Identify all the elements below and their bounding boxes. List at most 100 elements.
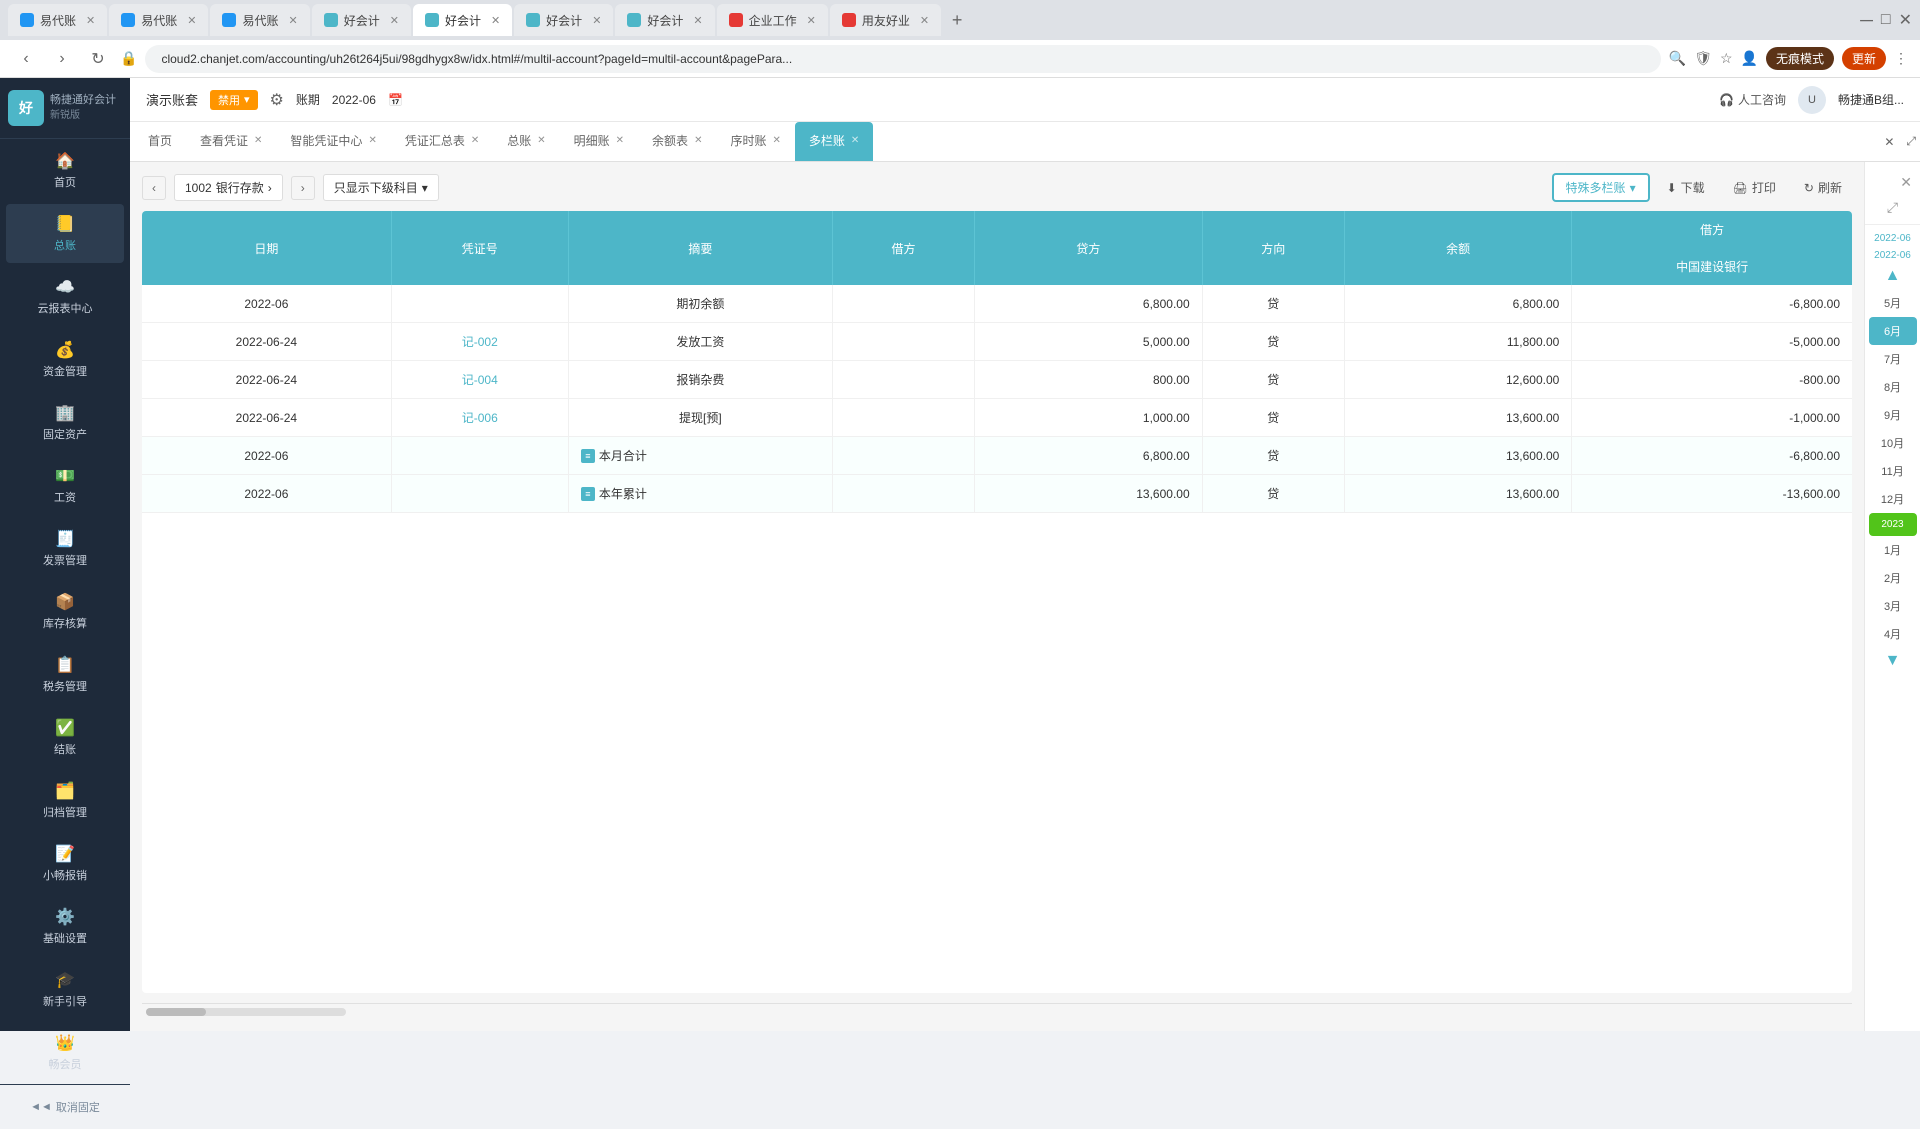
- month-item-3[interactable]: 3月: [1869, 592, 1917, 620]
- account-badge[interactable]: 禁用 ▾: [210, 90, 258, 110]
- address-input[interactable]: [145, 45, 1660, 73]
- download-button[interactable]: ⬇ 下载: [1657, 175, 1715, 200]
- sidebar-item-home[interactable]: 🏠 首页: [6, 141, 124, 200]
- month-item-9[interactable]: 9月: [1869, 401, 1917, 429]
- browser-tab-2[interactable]: 易代账 ✕: [109, 4, 208, 36]
- user-avatar[interactable]: U: [1798, 86, 1826, 114]
- month-item-7[interactable]: 7月: [1869, 345, 1917, 373]
- month-item-1[interactable]: 1月: [1869, 536, 1917, 564]
- months-up-arrow[interactable]: ▲: [1881, 263, 1905, 289]
- sidebar-item-funds[interactable]: 💰 资金管理: [6, 330, 124, 389]
- sidebar-item-invoice[interactable]: 🧾 发票管理: [6, 519, 124, 578]
- browser-tab-8[interactable]: 企业工作 ✕: [717, 4, 828, 36]
- new-tab-button[interactable]: +: [943, 6, 971, 34]
- tab-close-multi-column[interactable]: ✕: [851, 135, 859, 146]
- browser-tab-6[interactable]: 好会计 ✕: [514, 4, 613, 36]
- sidebar-item-settings[interactable]: ⚙️ 基础设置: [6, 897, 124, 956]
- tab-close-view-voucher[interactable]: ✕: [254, 135, 262, 146]
- month-item-8[interactable]: 8月: [1869, 373, 1917, 401]
- year-badge-2023[interactable]: 2023: [1869, 513, 1917, 536]
- cell-voucher[interactable]: 记-004: [391, 361, 568, 399]
- browser-tab-9[interactable]: 用友好业 ✕: [830, 4, 941, 36]
- month-item-11[interactable]: 11月: [1869, 457, 1917, 485]
- account-selector[interactable]: 1002 银行存款 ›: [174, 174, 283, 201]
- close-browser-button[interactable]: ✕: [1899, 10, 1912, 30]
- incognito-button[interactable]: 无痕模式: [1766, 47, 1834, 70]
- profile-icon[interactable]: 👤: [1741, 50, 1758, 67]
- search-button[interactable]: 🔍: [1669, 50, 1686, 67]
- back-button[interactable]: ‹: [12, 45, 40, 73]
- star-icon[interactable]: ☆: [1720, 50, 1733, 67]
- browser-tab-5[interactable]: 好会计 ✕: [413, 4, 512, 36]
- sidebar-item-tax[interactable]: 📋 税务管理: [6, 645, 124, 704]
- tab-close-balance[interactable]: ✕: [694, 135, 702, 146]
- sidebar-item-inventory[interactable]: 📦 库存核算: [6, 582, 124, 641]
- tab-close-2[interactable]: ✕: [187, 14, 196, 27]
- service-button[interactable]: 🎧 人工咨询: [1719, 91, 1786, 108]
- filter-dropdown[interactable]: 只显示下级科目 ▾: [323, 174, 439, 201]
- tab-bar-collapse[interactable]: ✕: [1876, 127, 1902, 157]
- sidebar-item-ledger[interactable]: 📒 总账: [6, 204, 124, 263]
- unpin-button[interactable]: ◄◄ 取消固定: [8, 1093, 122, 1121]
- tab-home[interactable]: 首页: [134, 122, 186, 161]
- cell-voucher[interactable]: 记-002: [391, 323, 568, 361]
- sidebar-item-archive[interactable]: 🗂️ 归档管理: [6, 771, 124, 830]
- maximize-button[interactable]: □: [1881, 11, 1891, 29]
- menu-icon[interactable]: ⋮: [1894, 50, 1908, 67]
- tab-close-general-ledger[interactable]: ✕: [537, 135, 545, 146]
- tab-multi-column[interactable]: 多栏账 ✕: [795, 122, 873, 161]
- months-down-arrow[interactable]: ▼: [1881, 648, 1905, 674]
- tab-close-6[interactable]: ✕: [592, 14, 601, 27]
- tab-balance[interactable]: 余额表 ✕: [638, 122, 716, 161]
- shield-icon[interactable]: 🛡: [1694, 50, 1712, 67]
- browser-tab-4[interactable]: 好会计 ✕: [312, 4, 411, 36]
- month-item-10[interactable]: 10月: [1869, 429, 1917, 457]
- month-item-6[interactable]: 6月: [1869, 317, 1917, 345]
- gear-settings-icon[interactable]: ⚙: [270, 90, 284, 110]
- browser-tab-1[interactable]: 易代账 ✕: [8, 4, 107, 36]
- tab-general-ledger[interactable]: 总账 ✕: [493, 122, 559, 161]
- print-button[interactable]: 🖨 打印: [1723, 175, 1786, 200]
- tab-close-8[interactable]: ✕: [807, 14, 816, 27]
- reload-button[interactable]: ↻: [84, 45, 112, 73]
- forward-button[interactable]: ›: [48, 45, 76, 73]
- prev-account-button[interactable]: ‹: [142, 176, 166, 200]
- tab-close-9[interactable]: ✕: [920, 14, 929, 27]
- sidebar-item-salary[interactable]: 💵 工资: [6, 456, 124, 515]
- sidebar-item-reports[interactable]: ☁️ 云报表中心: [6, 267, 124, 326]
- tab-smart-voucher[interactable]: 智能凭证中心 ✕: [276, 122, 390, 161]
- tab-close-7[interactable]: ✕: [693, 14, 702, 27]
- tab-close-detail-ledger[interactable]: ✕: [616, 135, 624, 146]
- tab-close-voucher-summary[interactable]: ✕: [471, 135, 479, 146]
- browser-tab-3[interactable]: 易代账 ✕: [210, 4, 309, 36]
- special-columns-button[interactable]: 特殊多栏账 ▾: [1553, 174, 1649, 201]
- tab-close-chronological[interactable]: ✕: [772, 135, 780, 146]
- month-item-5[interactable]: 5月: [1869, 289, 1917, 317]
- tab-chronological[interactable]: 序时账 ✕: [716, 122, 794, 161]
- sidebar-item-member[interactable]: 👑 畅会员: [6, 1023, 124, 1082]
- tab-detail-ledger[interactable]: 明细账 ✕: [560, 122, 638, 161]
- sidebar-item-assets[interactable]: 🏢 固定资产: [6, 393, 124, 452]
- calendar-icon[interactable]: 📅: [388, 93, 403, 107]
- cell-voucher[interactable]: 记-006: [391, 399, 568, 437]
- tab-close-3[interactable]: ✕: [288, 14, 297, 27]
- tab-close-4[interactable]: ✕: [390, 14, 399, 27]
- month-item-12[interactable]: 12月: [1869, 485, 1917, 513]
- refresh-button[interactable]: ↻ 刷新: [1794, 175, 1852, 200]
- horizontal-scrollbar[interactable]: [142, 1003, 1852, 1019]
- expand-icon[interactable]: ⤢: [1906, 134, 1916, 149]
- tab-close-5[interactable]: ✕: [491, 14, 500, 27]
- tab-voucher-summary[interactable]: 凭证汇总表 ✕: [391, 122, 493, 161]
- update-button[interactable]: 更新: [1842, 47, 1886, 70]
- right-panel-close-button[interactable]: ✕: [1865, 170, 1920, 195]
- right-panel-expand-button[interactable]: ⤢: [1865, 195, 1920, 220]
- sidebar-item-close-accounts[interactable]: ✅ 结账: [6, 708, 124, 767]
- minimize-button[interactable]: ─: [1860, 10, 1873, 31]
- tab-close-smart-voucher[interactable]: ✕: [368, 135, 376, 146]
- month-item-4[interactable]: 4月: [1869, 620, 1917, 648]
- sidebar-item-expense[interactable]: 📝 小畅报销: [6, 834, 124, 893]
- scrollbar-thumb[interactable]: [146, 1008, 206, 1016]
- month-item-2[interactable]: 2月: [1869, 564, 1917, 592]
- browser-tab-7[interactable]: 好会计 ✕: [615, 4, 714, 36]
- tab-close-1[interactable]: ✕: [86, 14, 95, 27]
